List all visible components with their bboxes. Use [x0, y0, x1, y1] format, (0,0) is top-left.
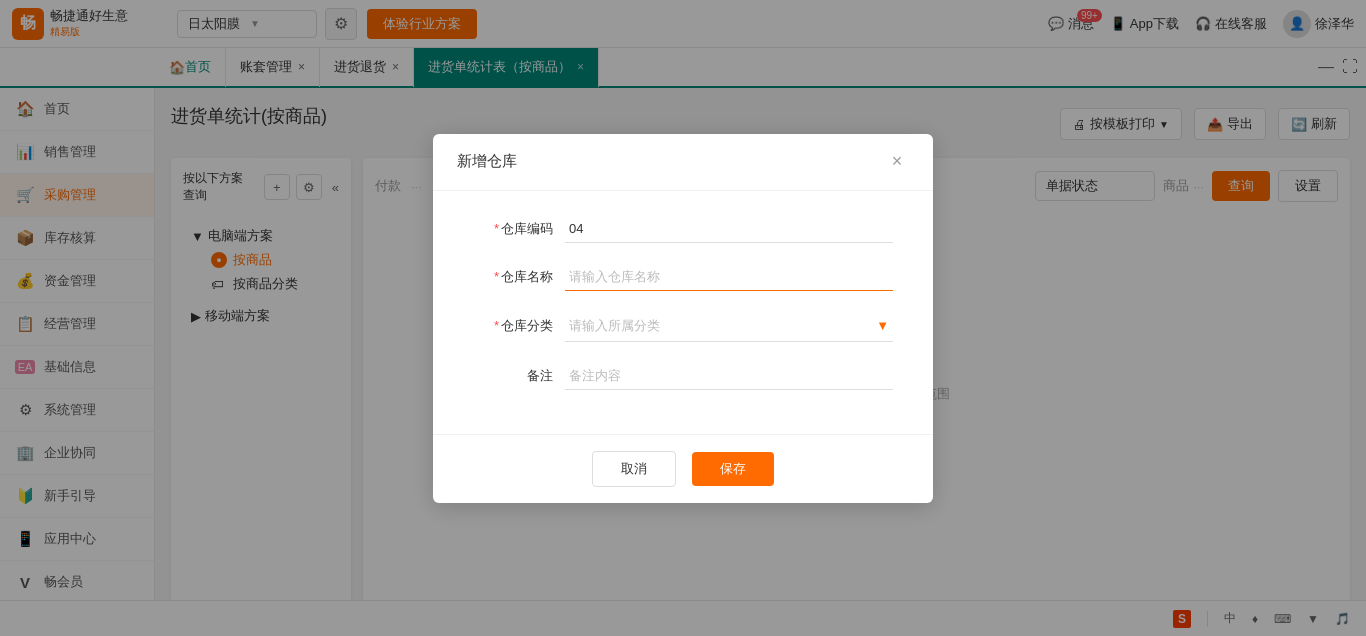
warehouse-note-input[interactable] — [565, 362, 893, 390]
modal-footer: 取消 保存 — [433, 434, 933, 503]
warehouse-name-input[interactable] — [565, 263, 893, 291]
modal-close-button[interactable]: × — [885, 150, 909, 174]
category-chevron-icon: ▼ — [876, 318, 889, 333]
category-placeholder: 请输入所属分类 — [569, 317, 660, 335]
modal-body: 仓库编码 仓库名称 仓库分类 请输入所属分类 ▼ 备注 — [433, 191, 933, 434]
cancel-button[interactable]: 取消 — [592, 451, 676, 487]
warehouse-note-label: 备注 — [473, 367, 553, 385]
modal-overlay: 新增仓库 × 仓库编码 仓库名称 仓库分类 请输入所属分类 ▼ — [0, 0, 1366, 636]
warehouse-category-row: 仓库分类 请输入所属分类 ▼ — [473, 311, 893, 342]
warehouse-name-label: 仓库名称 — [473, 268, 553, 286]
save-button[interactable]: 保存 — [692, 452, 774, 486]
new-warehouse-modal: 新增仓库 × 仓库编码 仓库名称 仓库分类 请输入所属分类 ▼ — [433, 134, 933, 503]
warehouse-note-row: 备注 — [473, 362, 893, 390]
warehouse-category-select[interactable]: 请输入所属分类 ▼ — [565, 311, 893, 342]
warehouse-code-row: 仓库编码 — [473, 215, 893, 243]
warehouse-category-label: 仓库分类 — [473, 317, 553, 335]
warehouse-code-label: 仓库编码 — [473, 220, 553, 238]
warehouse-name-row: 仓库名称 — [473, 263, 893, 291]
modal-header: 新增仓库 × — [433, 134, 933, 191]
warehouse-code-input[interactable] — [565, 215, 893, 243]
modal-title: 新增仓库 — [457, 152, 517, 171]
